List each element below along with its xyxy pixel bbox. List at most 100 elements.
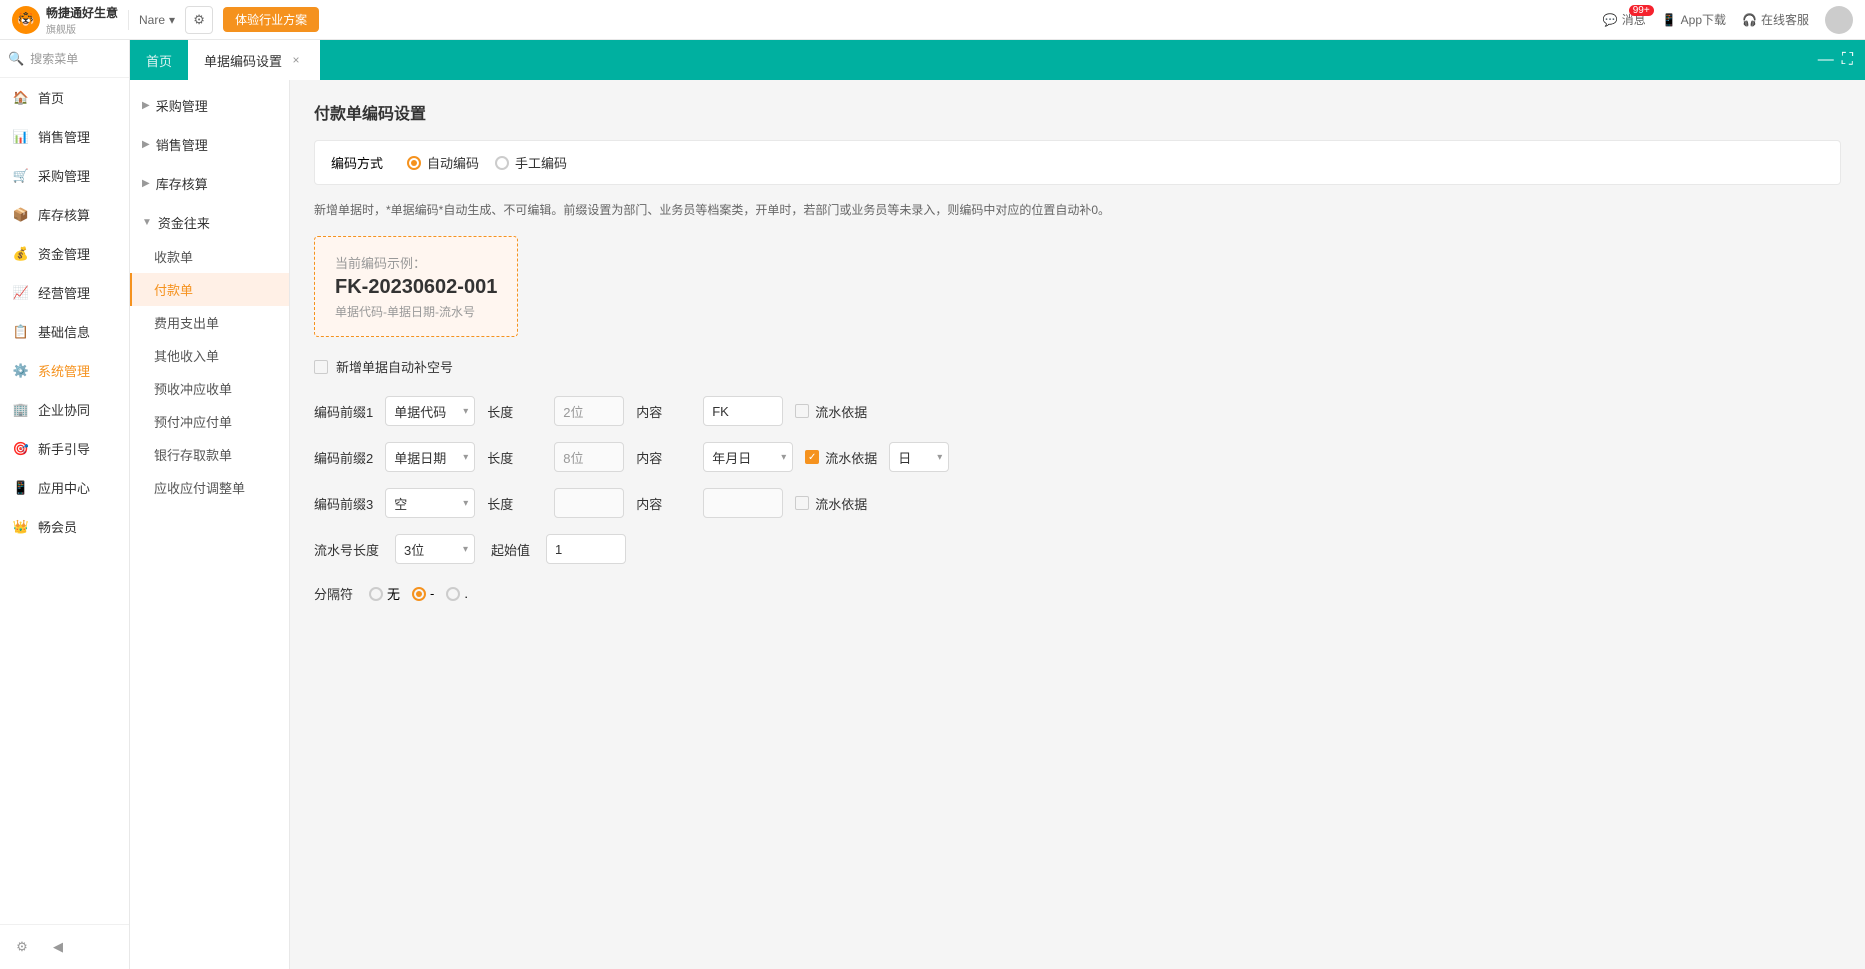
tab-close-icon[interactable]: × (288, 52, 304, 68)
auto-encode-label: 自动编码 (427, 153, 479, 172)
sidebar-item-member[interactable]: 👑 畅会员 (0, 507, 129, 546)
sidebar-item-purchase[interactable]: 🛒 采购管理 (0, 156, 129, 195)
experience-button[interactable]: 体验行业方案 (223, 7, 319, 32)
prefix2-select[interactable]: 单据日期 ▾ (385, 442, 475, 472)
sidebar-item-label: 系统管理 (38, 361, 90, 380)
prefix1-label: 编码前缀1 (314, 402, 373, 421)
sec-group-inventory: ▶ 库存核算 (130, 166, 289, 201)
app-download-button[interactable]: 📱 App下载 (1662, 11, 1726, 28)
top-bar-left: 🐯 畅捷通好生意 旗舰版 Nare ▾ ⚙ 体验行业方案 (12, 4, 319, 36)
sec-item-label: 费用支出单 (154, 316, 219, 331)
serial-basis-1[interactable]: 流水依据 (795, 402, 867, 421)
brand: 🐯 畅捷通好生意 旗舰版 (12, 4, 118, 36)
auto-fill-checkbox[interactable] (314, 360, 328, 374)
sec-item-label: 预付冲应付单 (154, 415, 232, 430)
auto-encode-option[interactable]: 自动编码 (407, 153, 479, 172)
settings-icon[interactable]: ⚙ (185, 6, 213, 34)
tab-home[interactable]: 首页 (130, 40, 188, 80)
sidebar-item-basic[interactable]: 📋 基础信息 (0, 312, 129, 351)
prefix1-select[interactable]: 单据代码 ▾ (385, 396, 475, 426)
manual-encode-option[interactable]: 手工编码 (495, 153, 567, 172)
serial-basis-2[interactable]: ✓ 流水依据 (805, 448, 877, 467)
sidebar-item-label: 畅会员 (38, 517, 77, 536)
sep-none[interactable]: 无 (369, 584, 400, 603)
brand-name: 畅捷通好生意 (46, 4, 118, 21)
tab-settings[interactable]: 单据编码设置 × (188, 40, 320, 80)
manual-encode-radio[interactable] (495, 156, 509, 170)
company-name: Nare (139, 13, 165, 27)
sec-group-funds-title[interactable]: ▼ 资金往来 (130, 205, 289, 240)
sec-item-receivable-adjust[interactable]: 应收应付调整单 (130, 471, 289, 504)
sidebar-item-sales[interactable]: 📊 销售管理 (0, 117, 129, 156)
serial-checkbox-3[interactable] (795, 496, 809, 510)
sec-group-label: 采购管理 (156, 96, 208, 115)
form-row-1: 编码前缀1 单据代码 ▾ 长度 内容 流水依据 (314, 396, 1841, 426)
sidebar-item-system[interactable]: ⚙️ 系统管理 (0, 351, 129, 390)
user-avatar[interactable] (1825, 6, 1853, 34)
sidebar-item-inventory[interactable]: 📦 库存核算 (0, 195, 129, 234)
sidebar-item-business[interactable]: 📈 经营管理 (0, 273, 129, 312)
tab-home-label: 首页 (146, 51, 172, 70)
content1-input[interactable] (703, 396, 783, 426)
sidebar-search[interactable]: 🔍 搜索菜单 (0, 40, 129, 78)
sec-item-label: 银行存取款单 (154, 448, 232, 463)
start-value-input[interactable] (546, 534, 626, 564)
sec-item-other-income[interactable]: 其他收入单 (130, 339, 289, 372)
page-content: 付款单编码设置 编码方式 自动编码 手工编码 (290, 80, 1865, 969)
day-select[interactable]: 日 ▾ (889, 442, 949, 472)
sec-group-inventory-title[interactable]: ▶ 库存核算 (130, 166, 289, 201)
sec-item-expense[interactable]: 费用支出单 (130, 306, 289, 339)
sidebar-item-finance[interactable]: 💰 资金管理 (0, 234, 129, 273)
collapse-icon[interactable]: ◀ (44, 933, 72, 961)
serial-checkbox-1[interactable] (795, 404, 809, 418)
settings-bottom-icon[interactable]: ⚙ (8, 933, 36, 961)
sidebar-item-label: 首页 (38, 88, 64, 107)
length3-input[interactable] (554, 488, 624, 518)
chevron-down-icon: ▾ (463, 452, 468, 463)
sep-dash-radio[interactable] (412, 587, 426, 601)
prefix3-select[interactable]: 空 ▾ (385, 488, 475, 518)
chevron-down-icon: ▾ (937, 452, 942, 463)
sep-none-radio[interactable] (369, 587, 383, 601)
sidebar-item-appcenter[interactable]: 📱 应用中心 (0, 468, 129, 507)
sec-item-receipt[interactable]: 收款单 (130, 240, 289, 273)
sidebar-item-newguide[interactable]: 🎯 新手引导 (0, 429, 129, 468)
sec-item-advance-pay[interactable]: 预付冲应付单 (130, 405, 289, 438)
finance-icon: 💰 (12, 245, 30, 263)
appcenter-icon: 📱 (12, 479, 30, 497)
sep-dash[interactable]: - (412, 586, 434, 601)
auto-encode-radio[interactable] (407, 156, 421, 170)
sidebar-item-label: 资金管理 (38, 244, 90, 263)
sidebar-item-home[interactable]: 🏠 首页 (0, 78, 129, 117)
length2-label: 长度 (487, 448, 542, 467)
sep-dot[interactable]: . (446, 586, 468, 601)
sec-group-purchase-title[interactable]: ▶ 采购管理 (130, 88, 289, 123)
online-service-button[interactable]: 🎧 在线客服 (1742, 11, 1809, 28)
sec-item-advance-collect[interactable]: 预收冲应收单 (130, 372, 289, 405)
message-button[interactable]: 💬 消息 99+ (1603, 11, 1646, 28)
minimize-icon[interactable]: — (1818, 51, 1834, 69)
sidebar-bottom: ⚙ ◀ (0, 924, 129, 969)
sep-dot-radio[interactable] (446, 587, 460, 601)
sec-group-sales-title[interactable]: ▶ 销售管理 (130, 127, 289, 162)
encoding-method-label: 编码方式 (331, 153, 383, 172)
content3-input[interactable] (703, 488, 783, 518)
sec-item-payment[interactable]: 付款单 (130, 273, 289, 306)
chevron-down-icon: ▾ (781, 452, 786, 463)
chevron-down-icon: ▾ (463, 406, 468, 417)
sec-item-bank-deposit[interactable]: 银行存取款单 (130, 438, 289, 471)
hint-text: 新增单据时，*单据编码*自动生成、不可编辑。前缀设置为部门、业务员等档案类，开单… (314, 201, 1841, 220)
serial-basis-3[interactable]: 流水依据 (795, 494, 867, 513)
serial-checkbox-2-checked[interactable]: ✓ (805, 450, 819, 464)
serial-length-select[interactable]: 3位 ▾ (395, 534, 475, 564)
content2-select[interactable]: 年月日 ▾ (703, 442, 793, 472)
sec-group-funds: ▼ 资金往来 收款单 付款单 费用支出单 其他收入单 (130, 205, 289, 504)
length1-input (554, 396, 624, 426)
company-dropdown[interactable]: Nare ▾ (139, 13, 175, 27)
sidebar-item-enterprise[interactable]: 🏢 企业协同 (0, 390, 129, 429)
sec-group-label: 销售管理 (156, 135, 208, 154)
expand-icon[interactable]: ⛶ (1842, 51, 1853, 69)
search-icon: 🔍 (8, 51, 24, 67)
sep-dot-label: . (464, 586, 468, 601)
length2-input[interactable] (554, 442, 624, 472)
